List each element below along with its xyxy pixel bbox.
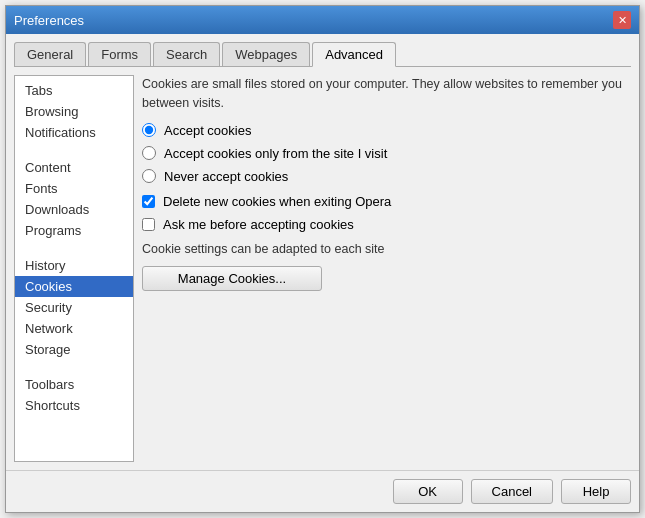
manage-cookies-container: Manage Cookies... xyxy=(142,266,631,291)
radio-accept-site-input[interactable] xyxy=(142,146,156,160)
tab-forms[interactable]: Forms xyxy=(88,42,151,66)
radio-accept-all-label: Accept cookies xyxy=(164,123,251,138)
sidebar-item-network[interactable]: Network xyxy=(15,318,133,339)
radio-accept-site-label: Accept cookies only from the site I visi… xyxy=(164,146,387,161)
checkbox-group: Delete new cookies when exiting Opera As… xyxy=(142,194,631,232)
sidebar-item-shortcuts[interactable]: Shortcuts xyxy=(15,395,133,416)
footer: OK Cancel Help xyxy=(6,470,639,512)
sidebar-item-programs[interactable]: Programs xyxy=(15,220,133,241)
sidebar-item-tabs[interactable]: Tabs xyxy=(15,80,133,101)
cookies-panel: Cookies are small files stored on your c… xyxy=(142,75,631,462)
checkbox-ask-before-input[interactable] xyxy=(142,218,155,231)
checkbox-delete-new-label: Delete new cookies when exiting Opera xyxy=(163,194,391,209)
checkbox-ask-before[interactable]: Ask me before accepting cookies xyxy=(142,217,631,232)
sidebar: Tabs Browsing Notifications Content Font… xyxy=(14,75,134,462)
window-title: Preferences xyxy=(14,13,84,28)
sidebar-divider-2 xyxy=(15,247,133,255)
radio-accept-all-input[interactable] xyxy=(142,123,156,137)
checkbox-delete-new-input[interactable] xyxy=(142,195,155,208)
titlebar: Preferences ✕ xyxy=(6,6,639,34)
help-button[interactable]: Help xyxy=(561,479,631,504)
radio-accept-all[interactable]: Accept cookies xyxy=(142,123,631,138)
main-area: Tabs Browsing Notifications Content Font… xyxy=(14,75,631,462)
tabs-row: General Forms Search Webpages Advanced xyxy=(14,42,631,67)
radio-group: Accept cookies Accept cookies only from … xyxy=(142,123,631,184)
tab-advanced[interactable]: Advanced xyxy=(312,42,396,67)
ok-button[interactable]: OK xyxy=(393,479,463,504)
checkbox-ask-before-label: Ask me before accepting cookies xyxy=(163,217,354,232)
radio-accept-site[interactable]: Accept cookies only from the site I visi… xyxy=(142,146,631,161)
checkbox-delete-new[interactable]: Delete new cookies when exiting Opera xyxy=(142,194,631,209)
sidebar-item-security[interactable]: Security xyxy=(15,297,133,318)
preferences-window: Preferences ✕ General Forms Search Webpa… xyxy=(5,5,640,513)
sidebar-group-3: History Cookies Security Network Storage xyxy=(15,255,133,360)
sidebar-divider-3 xyxy=(15,366,133,374)
content-area: General Forms Search Webpages Advanced T… xyxy=(6,34,639,470)
sidebar-group-1: Tabs Browsing Notifications xyxy=(15,80,133,143)
sidebar-group-4: Toolbars Shortcuts xyxy=(15,374,133,416)
tab-search[interactable]: Search xyxy=(153,42,220,66)
sidebar-item-cookies[interactable]: Cookies xyxy=(15,276,133,297)
radio-never-accept[interactable]: Never accept cookies xyxy=(142,169,631,184)
sidebar-item-fonts[interactable]: Fonts xyxy=(15,178,133,199)
radio-never-accept-input[interactable] xyxy=(142,169,156,183)
sidebar-divider-1 xyxy=(15,149,133,157)
close-button[interactable]: ✕ xyxy=(613,11,631,29)
sidebar-item-storage[interactable]: Storage xyxy=(15,339,133,360)
sidebar-item-downloads[interactable]: Downloads xyxy=(15,199,133,220)
cancel-button[interactable]: Cancel xyxy=(471,479,553,504)
tab-webpages[interactable]: Webpages xyxy=(222,42,310,66)
sidebar-item-browsing[interactable]: Browsing xyxy=(15,101,133,122)
sidebar-item-history[interactable]: History xyxy=(15,255,133,276)
sidebar-item-content[interactable]: Content xyxy=(15,157,133,178)
sidebar-item-notifications[interactable]: Notifications xyxy=(15,122,133,143)
manage-cookies-button[interactable]: Manage Cookies... xyxy=(142,266,322,291)
tab-general[interactable]: General xyxy=(14,42,86,66)
sidebar-item-toolbars[interactable]: Toolbars xyxy=(15,374,133,395)
sidebar-group-2: Content Fonts Downloads Programs xyxy=(15,157,133,241)
cookies-description: Cookies are small files stored on your c… xyxy=(142,75,631,113)
radio-never-accept-label: Never accept cookies xyxy=(164,169,288,184)
cookie-settings-text: Cookie settings can be adapted to each s… xyxy=(142,242,631,256)
